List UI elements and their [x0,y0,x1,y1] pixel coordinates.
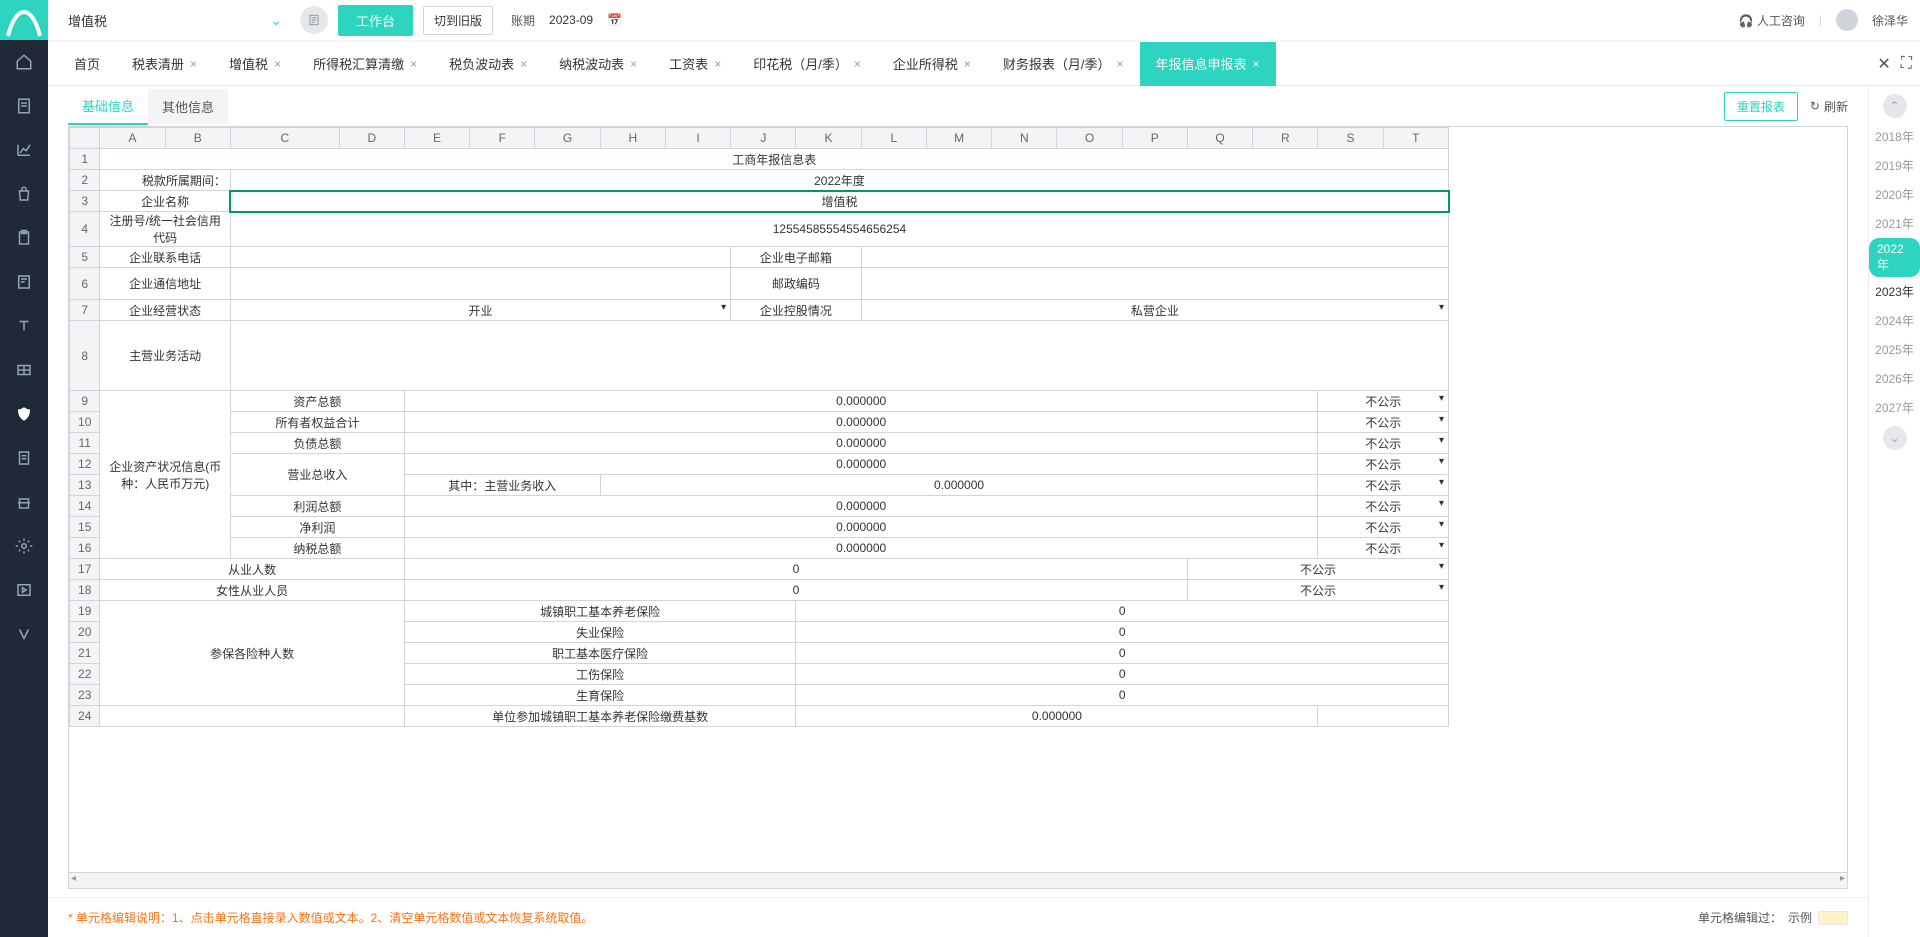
close-icon[interactable]: × [520,57,527,71]
close-icon[interactable]: × [630,57,637,71]
subtab-other[interactable]: 其他信息 [148,89,228,124]
nav-chart-icon[interactable] [0,128,48,172]
chevron-down-icon: ⌄ [270,12,282,29]
year-2018[interactable]: 2018年 [1871,122,1918,151]
tab-annual-report[interactable]: 年报信息申报表× [1140,42,1276,86]
edit-note: * 单元格编辑说明：1、点击单元格直接录入数值或文本。2、清空单元格数值或文本恢… [68,909,593,926]
nav-bag-icon[interactable] [0,172,48,216]
year-rail: ⌃ 2018年 2019年 2020年 2021年 2022年 2023年 20… [1868,86,1920,937]
holding-dropdown[interactable]: 私营企业 [861,300,1448,321]
avatar[interactable] [1836,9,1858,31]
tab-income-tax[interactable]: 所得税汇算清缴× [297,42,433,86]
horizontal-scrollbar[interactable] [69,872,1847,888]
col-header-row: ABCDEFGHIJKLMNOPQRST [70,128,1449,149]
nav-doc-icon[interactable] [0,84,48,128]
close-icon[interactable]: × [714,57,721,71]
tab-stamp-tax[interactable]: 印花税（月/季）× [737,42,877,86]
company-selector[interactable]: 增值税 ⌄ [60,11,290,30]
tab-tax-list[interactable]: 税表清册× [116,42,213,86]
close-icon[interactable]: × [274,57,281,71]
year-2023[interactable]: 2023年 [1871,277,1918,306]
company-name-cell[interactable]: 增值税 [230,191,1448,212]
tab-tax-burden[interactable]: 税负波动表× [433,42,543,86]
subtab-basic[interactable]: 基础信息 [68,88,148,125]
year-2021[interactable]: 2021年 [1871,209,1918,238]
nav-print-icon[interactable] [0,480,48,524]
username[interactable]: 徐泽华 [1872,12,1908,29]
sheet-title[interactable]: 工商年报信息表 [100,149,1449,170]
period-label: 账期 [511,12,535,29]
tab-home[interactable]: 首页 [58,42,116,86]
tab-salary[interactable]: 工资表× [653,42,737,86]
year-2020[interactable]: 2020年 [1871,180,1918,209]
nav-tax-icon[interactable] [0,392,48,436]
reset-report-button[interactable]: 重置报表 [1724,92,1798,121]
example-swatch [1818,911,1848,925]
tab-fin-report[interactable]: 财务报表（月/季）× [987,42,1140,86]
nav-book-icon[interactable] [0,260,48,304]
subtabs-row: 基础信息 其他信息 重置报表 ↻ 刷新 [48,86,1868,126]
tab-vat[interactable]: 增值税× [213,42,297,86]
nav-receipt-icon[interactable] [0,436,48,480]
list-icon-button[interactable] [300,6,328,34]
workspace-button[interactable]: 工作台 [338,5,413,36]
year-2027[interactable]: 2027年 [1871,393,1918,422]
tab-corp-tax[interactable]: 企业所得税× [877,42,987,86]
refresh-button[interactable]: ↻ 刷新 [1810,98,1848,115]
topbar: 增值税 ⌄ 工作台 切到旧版 账期 2023-09 📅 🎧 人工咨询 | 徐泽华 [48,0,1920,40]
year-2019[interactable]: 2019年 [1871,151,1918,180]
company-name: 增值税 [68,11,107,30]
nav-home-icon[interactable] [0,40,48,84]
close-icon[interactable]: × [410,57,417,71]
close-icon[interactable]: × [190,57,197,71]
calendar-icon[interactable]: 📅 [607,13,622,27]
fullscreen-icon[interactable]: ⛶ [1901,55,1912,73]
tab-tax-fluct[interactable]: 纳税波动表× [543,42,653,86]
corner-cell[interactable] [70,128,100,149]
nav-play-icon[interactable] [0,568,48,612]
close-icon[interactable]: × [854,57,861,71]
left-sidebar [0,0,48,937]
spreadsheet[interactable]: ABCDEFGHIJKLMNOPQRST 1工商年报信息表 2税款所属期间：20… [68,126,1848,889]
tabs-row: 首页 税表清册× 增值税× 所得税汇算清缴× 税负波动表× 纳税波动表× 工资表… [48,42,1920,86]
footer-note: * 单元格编辑说明：1、点击单元格直接录入数值或文本。2、清空单元格数值或文本恢… [48,897,1868,937]
year-2022[interactable]: 2022年 [1869,238,1920,277]
period-value[interactable]: 2023-09 [549,13,593,27]
nav-v-icon[interactable] [0,612,48,656]
close-icon[interactable]: × [1253,57,1260,71]
nav-table-icon[interactable] [0,348,48,392]
year-2026[interactable]: 2026年 [1871,364,1918,393]
close-all-icon[interactable]: ✕ [1877,54,1890,74]
rail-down-icon[interactable]: ⌄ [1883,426,1907,450]
rail-up-icon[interactable]: ⌃ [1883,94,1907,118]
year-2024[interactable]: 2024年 [1871,306,1918,335]
app-logo [0,0,48,40]
nav-t-icon[interactable] [0,304,48,348]
close-icon[interactable]: × [1117,57,1124,71]
close-icon[interactable]: × [964,57,971,71]
nav-clipboard-icon[interactable] [0,216,48,260]
consult-link[interactable]: 🎧 人工咨询 [1739,12,1805,29]
year-2025[interactable]: 2025年 [1871,335,1918,364]
nav-gear-icon[interactable] [0,524,48,568]
status-dropdown[interactable]: 开业 [230,300,730,321]
old-version-button[interactable]: 切到旧版 [423,6,493,35]
